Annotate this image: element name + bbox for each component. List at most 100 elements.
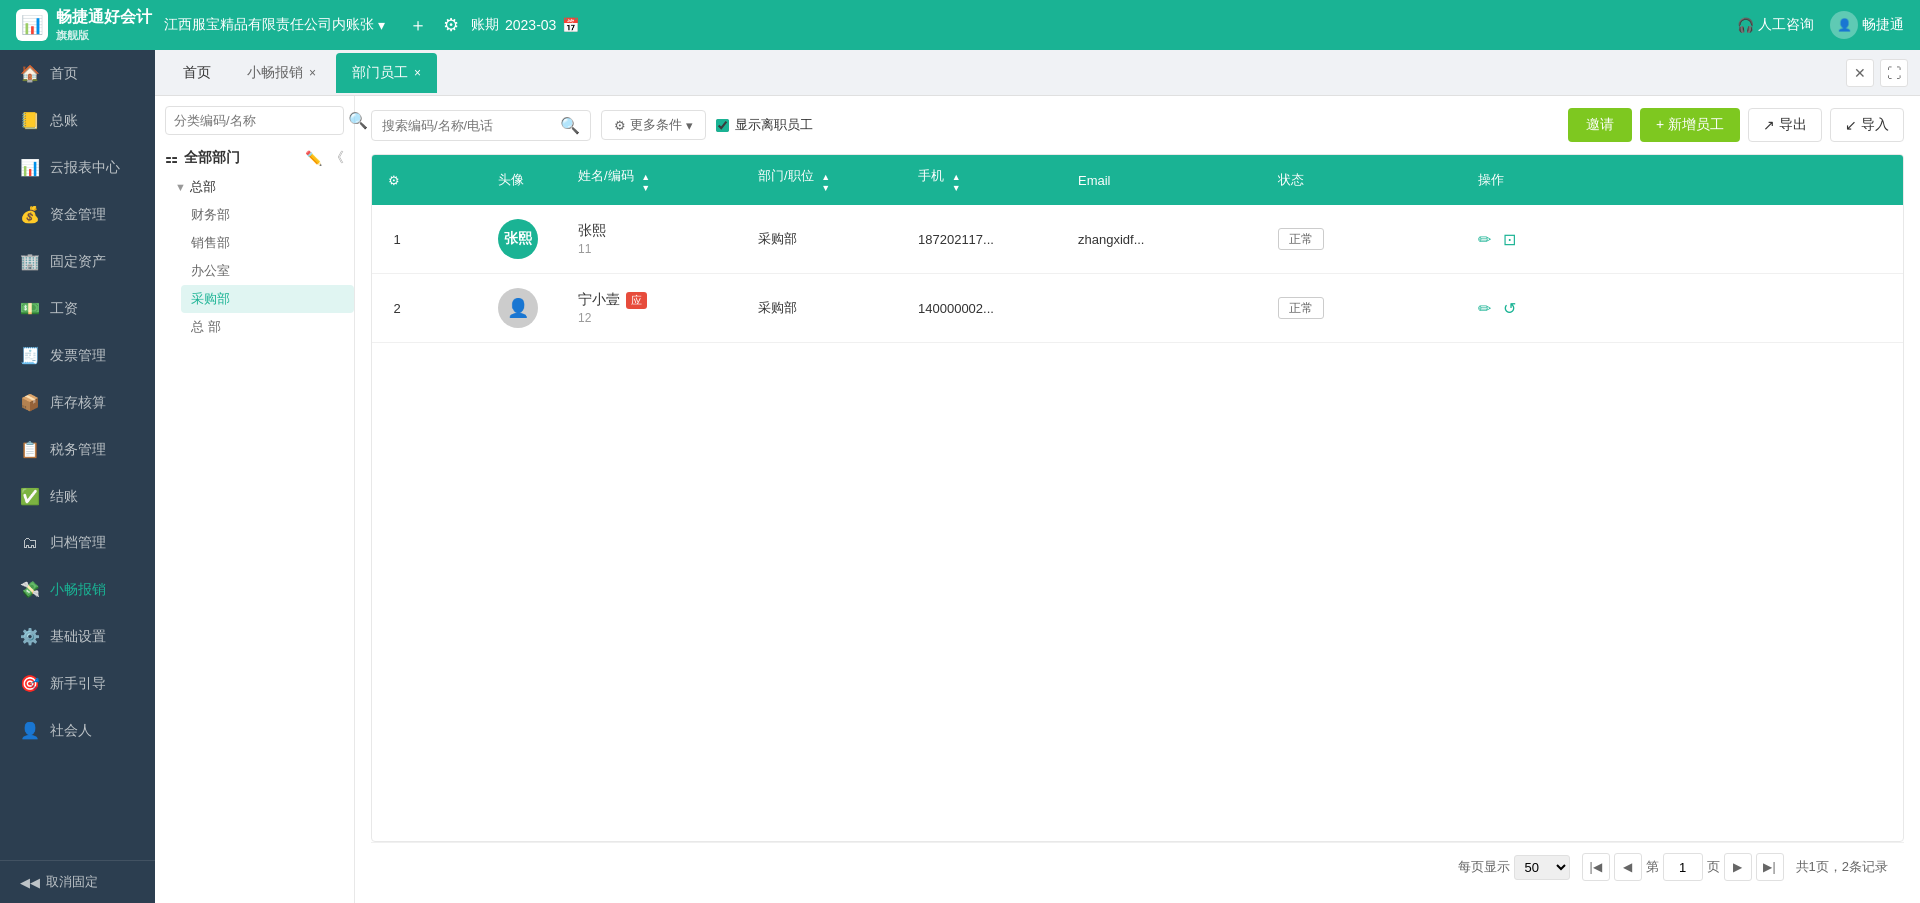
tab-home[interactable]: 首页 (167, 53, 227, 93)
row2-status: 正常 (1262, 274, 1462, 343)
page-size-select[interactable]: 50 20 100 (1514, 855, 1570, 880)
sidebar: 🏠 首页 📒 总账 📊 云报表中心 💰 资金管理 🏢 固定资产 💵 工资 (0, 50, 155, 903)
row1-avatar: 张熙 (482, 205, 562, 274)
sort-name-icon: ▲▼ (641, 172, 650, 193)
delete-button[interactable]: ↺ (1503, 299, 1516, 318)
dept-search-box[interactable]: 🔍 (165, 106, 344, 135)
dept-search-input[interactable] (174, 113, 342, 128)
app-name: 畅捷通好会计 (56, 7, 152, 28)
sidebar-item-guide[interactable]: 🎯 新手引导 (0, 660, 155, 707)
employee-search-input[interactable] (382, 118, 554, 133)
home-icon: 🏠 (20, 64, 40, 83)
maximize-button[interactable]: ⛶ (1880, 59, 1908, 87)
export-icon: ↗ (1763, 117, 1775, 133)
col-name-code[interactable]: 姓名/编码 ▲▼ (562, 155, 742, 205)
col-dept-pos[interactable]: 部门/职位 ▲▼ (742, 155, 902, 205)
dept-child-sales[interactable]: 销售部 (181, 229, 354, 257)
tab-dept-employee[interactable]: 部门员工 × (336, 53, 437, 93)
dept-tree: ▼ 总部 财务部 销售部 办公室 采购部 总 部 (155, 173, 354, 341)
edit-dept-icon[interactable]: ✏️ (305, 150, 322, 166)
sidebar-item-inventory[interactable]: 📦 库存核算 (0, 379, 155, 426)
employee-name: 张熙 (578, 222, 606, 240)
archive-icon: 🗂 (20, 534, 40, 552)
sidebar-item-archive[interactable]: 🗂 归档管理 (0, 520, 155, 566)
sidebar-item-more[interactable]: 👤 社会人 (0, 707, 155, 754)
tab-expense-close[interactable]: × (309, 66, 316, 80)
row2-avatar: 👤 (482, 274, 562, 343)
export-button[interactable]: ↗ 导出 (1748, 108, 1822, 142)
sidebar-label-funds: 资金管理 (50, 206, 106, 224)
reports-icon: 📊 (20, 158, 40, 177)
sidebar-item-ledger[interactable]: 📒 总账 (0, 97, 155, 144)
chevron-down-icon: ▾ (686, 118, 693, 133)
sidebar-item-reports[interactable]: 📊 云报表中心 (0, 144, 155, 191)
user-menu[interactable]: 👤 畅捷通 (1830, 11, 1904, 39)
sidebar-item-checkout[interactable]: ✅ 结账 (0, 473, 155, 520)
tab-bar: 首页 小畅报销 × 部门员工 × ✕ ⛶ (155, 50, 1920, 96)
collapse-icon[interactable]: 《 (330, 149, 344, 167)
row1-status: 正常 (1262, 205, 1462, 274)
import-button[interactable]: ↙ 导入 (1830, 108, 1904, 142)
service-button[interactable]: 🎧 人工咨询 (1737, 16, 1814, 34)
edit-button[interactable]: ✏ (1478, 230, 1491, 249)
show-resigned-checkbox[interactable] (716, 119, 729, 132)
all-depts-label[interactable]: ⚏ 全部部门 (165, 149, 240, 167)
sidebar-item-assets[interactable]: 🏢 固定资产 (0, 238, 155, 285)
add-employee-button[interactable]: + 新增员工 (1640, 108, 1740, 142)
col-phone[interactable]: 手机 ▲▼ (902, 155, 1062, 205)
first-page-button[interactable]: |◀ (1582, 853, 1610, 881)
dept-panel: 🔍 ⚏ 全部部门 ✏️ 《 (155, 96, 355, 903)
dept-child-finance[interactable]: 财务部 (181, 201, 354, 229)
filter-icon: ⚙ (614, 118, 626, 133)
sidebar-label-invoice: 发票管理 (50, 347, 106, 365)
close-window-button[interactable]: ✕ (1846, 59, 1874, 87)
col-settings[interactable]: ⚙ (372, 155, 422, 205)
avatar: 张熙 (498, 219, 538, 259)
employee-name: 宁小壹 (578, 291, 620, 309)
expense-icon: 💸 (20, 580, 40, 599)
prev-page-button[interactable]: ◀ (1614, 853, 1642, 881)
sidebar-item-invoice[interactable]: 🧾 发票管理 (0, 332, 155, 379)
pagination: 每页显示 50 20 100 |◀ ◀ 第 页 (371, 842, 1904, 891)
sidebar-label-inventory: 库存核算 (50, 394, 106, 412)
inventory-icon: 📦 (20, 393, 40, 412)
guide-icon: 🎯 (20, 674, 40, 693)
pin-toggle[interactable]: ◀◀ 取消固定 (0, 860, 155, 903)
sidebar-item-funds[interactable]: 💰 资金管理 (0, 191, 155, 238)
add-button[interactable]: ＋ (409, 13, 427, 37)
row2-name-code: 宁小壹 应 12 (562, 274, 742, 343)
search-icon: 🔍 (560, 116, 580, 135)
dept-child-office[interactable]: 办公室 (181, 257, 354, 285)
tab-dept-employee-close[interactable]: × (414, 66, 421, 80)
sidebar-item-settings[interactable]: ⚙️ 基础设置 (0, 613, 155, 660)
page-size-selector[interactable]: 每页显示 50 20 100 (1458, 855, 1570, 880)
page-number-input[interactable] (1663, 853, 1703, 881)
calendar-icon[interactable]: 📅 (562, 17, 579, 33)
last-page-button[interactable]: ▶| (1756, 853, 1784, 881)
page-navigation: |◀ ◀ 第 页 ▶ ▶| (1582, 853, 1784, 881)
sidebar-label-ledger: 总账 (50, 112, 78, 130)
logout-button[interactable]: ⊡ (1503, 230, 1516, 249)
sidebar-item-expense[interactable]: 💸 小畅报销 (0, 566, 155, 613)
edit-button[interactable]: ✏ (1478, 299, 1491, 318)
toolbar-right: 邀请 + 新增员工 ↗ 导出 ↙ 导入 (1568, 108, 1904, 142)
app-edition: 旗舰版 (56, 28, 152, 43)
invite-button[interactable]: 邀请 (1568, 108, 1632, 142)
tab-expense[interactable]: 小畅报销 × (231, 53, 332, 93)
sidebar-item-tax[interactable]: 📋 税务管理 (0, 426, 155, 473)
tax-icon: 📋 (20, 440, 40, 459)
company-selector[interactable]: 江西服宝精品有限责任公司内账张 ▾ (164, 16, 385, 34)
sidebar-item-payroll[interactable]: 💵 工资 (0, 285, 155, 332)
show-resigned-toggle: 显示离职员工 (716, 116, 813, 134)
table-row: 2 👤 宁小壹 应 (372, 274, 1903, 343)
sidebar-label-archive: 归档管理 (50, 534, 106, 552)
dept-child-hq[interactable]: 总 部 (181, 313, 354, 341)
more-filter-button[interactable]: ⚙ 更多条件 ▾ (601, 110, 706, 140)
sidebar-item-home[interactable]: 🏠 首页 (0, 50, 155, 97)
dept-group-title-root[interactable]: ▼ 总部 (165, 173, 354, 201)
topbar-actions: ＋ ⚙ (409, 13, 459, 37)
dept-child-purchase[interactable]: 采购部 (181, 285, 354, 313)
next-page-button[interactable]: ▶ (1724, 853, 1752, 881)
employee-search-box[interactable]: 🔍 (371, 110, 591, 141)
settings-icon[interactable]: ⚙ (443, 14, 459, 36)
